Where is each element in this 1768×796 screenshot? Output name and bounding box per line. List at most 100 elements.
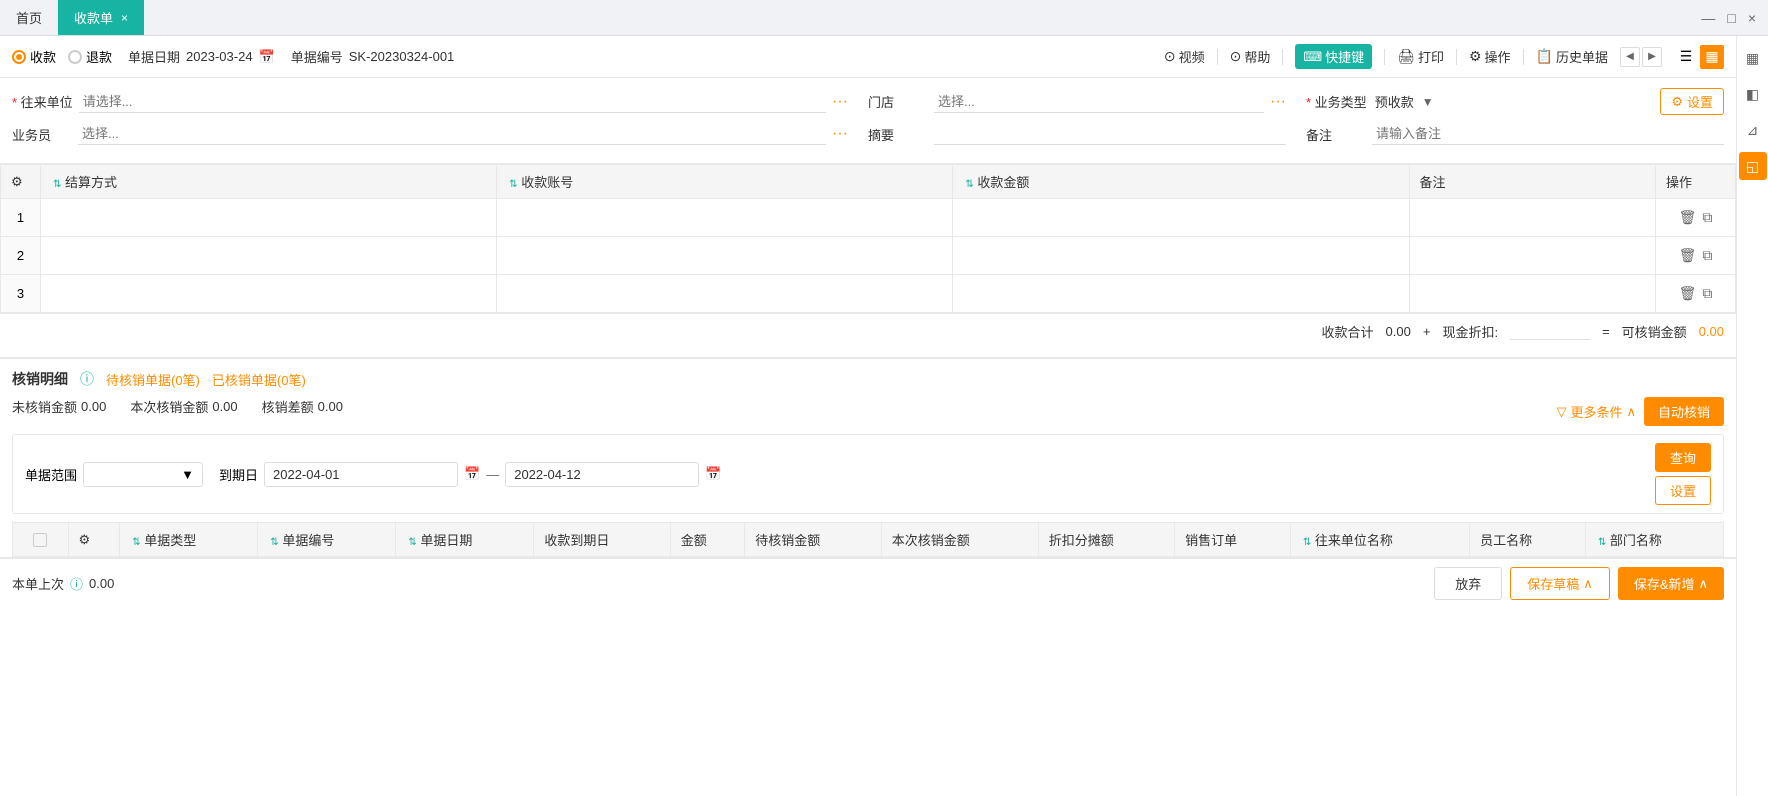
- th-due-date: 收款到期日: [534, 523, 670, 557]
- minimize-icon[interactable]: —: [1697, 8, 1719, 28]
- row1-copy-icon[interactable]: ⧉: [1702, 209, 1712, 226]
- close-icon[interactable]: ×: [1744, 8, 1760, 28]
- partner-field: 往来单位 ···: [12, 91, 848, 113]
- store-more-icon[interactable]: ···: [1270, 93, 1286, 111]
- date-value[interactable]: 2023-03-24: [186, 49, 253, 64]
- sort-amount-icon[interactable]: ⇅: [965, 179, 973, 190]
- total-value: 0.00: [1386, 324, 1411, 339]
- th-amount: 金额: [670, 523, 745, 557]
- staff-field: 业务员 ···: [12, 123, 848, 145]
- save-new-btn[interactable]: 保存&新增 ∧: [1618, 567, 1724, 600]
- sort-account-icon[interactable]: ⇅: [509, 179, 517, 190]
- sort-partner[interactable]: ⇅: [1303, 537, 1311, 548]
- calendar-icon[interactable]: 📅: [259, 49, 275, 65]
- row1-settle[interactable]: [41, 199, 497, 237]
- cal-to-icon[interactable]: 📅: [705, 466, 721, 482]
- tab-active[interactable]: 收款单 ×: [58, 0, 144, 35]
- print-action[interactable]: 🖨 打印: [1397, 47, 1444, 66]
- row2-amount[interactable]: [953, 237, 1409, 275]
- partner-input[interactable]: [79, 91, 826, 113]
- print-icon: 🖨: [1397, 48, 1415, 65]
- tab-home-label: 首页: [16, 8, 42, 27]
- note-input[interactable]: [1372, 123, 1724, 145]
- partner-more-icon[interactable]: ···: [832, 93, 848, 111]
- row3-note[interactable]: [1409, 275, 1655, 313]
- row3-settle[interactable]: [41, 275, 497, 313]
- nav-prev[interactable]: ◀: [1620, 47, 1640, 67]
- divider3: [1384, 49, 1385, 65]
- th-setting-col[interactable]: ⚙: [68, 523, 120, 557]
- sort-doc-type[interactable]: ⇅: [132, 537, 140, 548]
- tab-home[interactable]: 首页: [0, 0, 58, 35]
- toolbar: 收款 退款 单据日期 2023-03-24 📅 单据编号 SK-20230324…: [0, 36, 1736, 78]
- row2-delete-icon[interactable]: 🗑: [1679, 247, 1697, 264]
- staff-input[interactable]: [78, 123, 826, 145]
- row2-settle[interactable]: [41, 237, 497, 275]
- list-view-icon[interactable]: ☰: [1674, 45, 1698, 69]
- sidebar-icon-2[interactable]: ◧: [1739, 80, 1767, 108]
- video-action[interactable]: ⊙ 视频: [1164, 47, 1205, 66]
- shortcut-btn[interactable]: ⌨ 快捷键: [1295, 44, 1372, 69]
- current-stat: 本次核销金额 0.00: [130, 397, 237, 416]
- th-setting[interactable]: ⚙: [1, 165, 41, 199]
- sidebar-icon-4[interactable]: ◱: [1739, 152, 1767, 180]
- help-action[interactable]: ⊙ 帮助: [1230, 47, 1271, 66]
- row3-copy-icon[interactable]: ⧉: [1702, 285, 1712, 302]
- th-current-amount: 本次核销金额: [881, 523, 1038, 557]
- radio-return[interactable]: 退款: [68, 47, 112, 66]
- done-tab[interactable]: 已核销单据(0笔): [212, 370, 306, 389]
- sort-doc-num[interactable]: ⇅: [270, 537, 278, 548]
- date-to-input[interactable]: [505, 462, 699, 487]
- select-all-checkbox[interactable]: [33, 533, 47, 547]
- setting-btn[interactable]: ⚙ 设置: [1660, 88, 1724, 115]
- summary-input[interactable]: [934, 123, 1286, 145]
- staff-more-icon[interactable]: ···: [832, 125, 848, 143]
- row3-delete-icon[interactable]: 🗑: [1679, 285, 1697, 302]
- history-action[interactable]: 📋 历史单据: [1536, 47, 1608, 66]
- discard-btn[interactable]: 放弃: [1434, 567, 1502, 600]
- nav-next[interactable]: ▶: [1642, 47, 1662, 67]
- range-select[interactable]: ▼: [83, 462, 203, 487]
- sidebar-icon-3[interactable]: ⊿: [1739, 116, 1767, 144]
- row1-delete-icon[interactable]: 🗑: [1679, 209, 1697, 226]
- more-conditions-label: 更多条件: [1570, 402, 1622, 421]
- row3-amount[interactable]: [953, 275, 1409, 313]
- setting-small-btn[interactable]: 设置: [1655, 476, 1711, 505]
- type-dropdown-icon[interactable]: ▼: [1422, 95, 1434, 109]
- setting-label: 设置: [1687, 92, 1713, 111]
- row2-account[interactable]: [497, 237, 953, 275]
- radio-receive[interactable]: 收款: [12, 47, 56, 66]
- sort-icon[interactable]: ⇅: [53, 179, 61, 190]
- discount-input[interactable]: [1510, 324, 1590, 340]
- row2-copy-icon[interactable]: ⧉: [1702, 247, 1712, 264]
- grid-view-icon[interactable]: ▦: [1700, 45, 1724, 69]
- row1-account[interactable]: [497, 199, 953, 237]
- tab-close-icon[interactable]: ×: [121, 11, 128, 25]
- date-from-input[interactable]: [264, 462, 458, 487]
- operation-action[interactable]: ⚙ 操作: [1469, 47, 1511, 66]
- query-btn[interactable]: 查询: [1655, 443, 1711, 472]
- date-label: 单据日期: [128, 47, 180, 66]
- store-input[interactable]: [934, 91, 1264, 113]
- cal-from-icon[interactable]: 📅: [464, 466, 480, 482]
- row1-amount[interactable]: [953, 199, 1409, 237]
- row2-note[interactable]: [1409, 237, 1655, 275]
- save-draft-btn[interactable]: 保存草稿 ∧: [1510, 567, 1610, 600]
- sort-doc-date[interactable]: ⇅: [408, 537, 416, 548]
- pending-tab[interactable]: 待核销单据(0笔): [106, 370, 200, 389]
- video-label: 视频: [1179, 47, 1205, 66]
- row1-note[interactable]: [1409, 199, 1655, 237]
- sidebar-icon-1[interactable]: ▦: [1739, 44, 1767, 72]
- staff-label: 业务员: [12, 125, 72, 144]
- select-all[interactable]: [23, 533, 58, 547]
- filter-btn[interactable]: ▽ 更多条件 ∧: [1556, 402, 1636, 421]
- row3-account[interactable]: [497, 275, 953, 313]
- sort-dept[interactable]: ⇅: [1598, 537, 1606, 548]
- auto-reconcile-btn[interactable]: 自动核销: [1644, 397, 1724, 426]
- bottom-table: ⚙ ⇅ 单据类型 ⇅ 单据编号 ⇅ 单据日期: [12, 522, 1724, 557]
- footer-info-icon[interactable]: ⓘ: [70, 574, 83, 593]
- date-field: 单据日期 2023-03-24 📅: [128, 47, 275, 66]
- number-value[interactable]: SK-20230324-001: [349, 49, 455, 64]
- recon-info-icon[interactable]: ⓘ: [80, 369, 94, 389]
- maximize-icon[interactable]: □: [1723, 8, 1739, 28]
